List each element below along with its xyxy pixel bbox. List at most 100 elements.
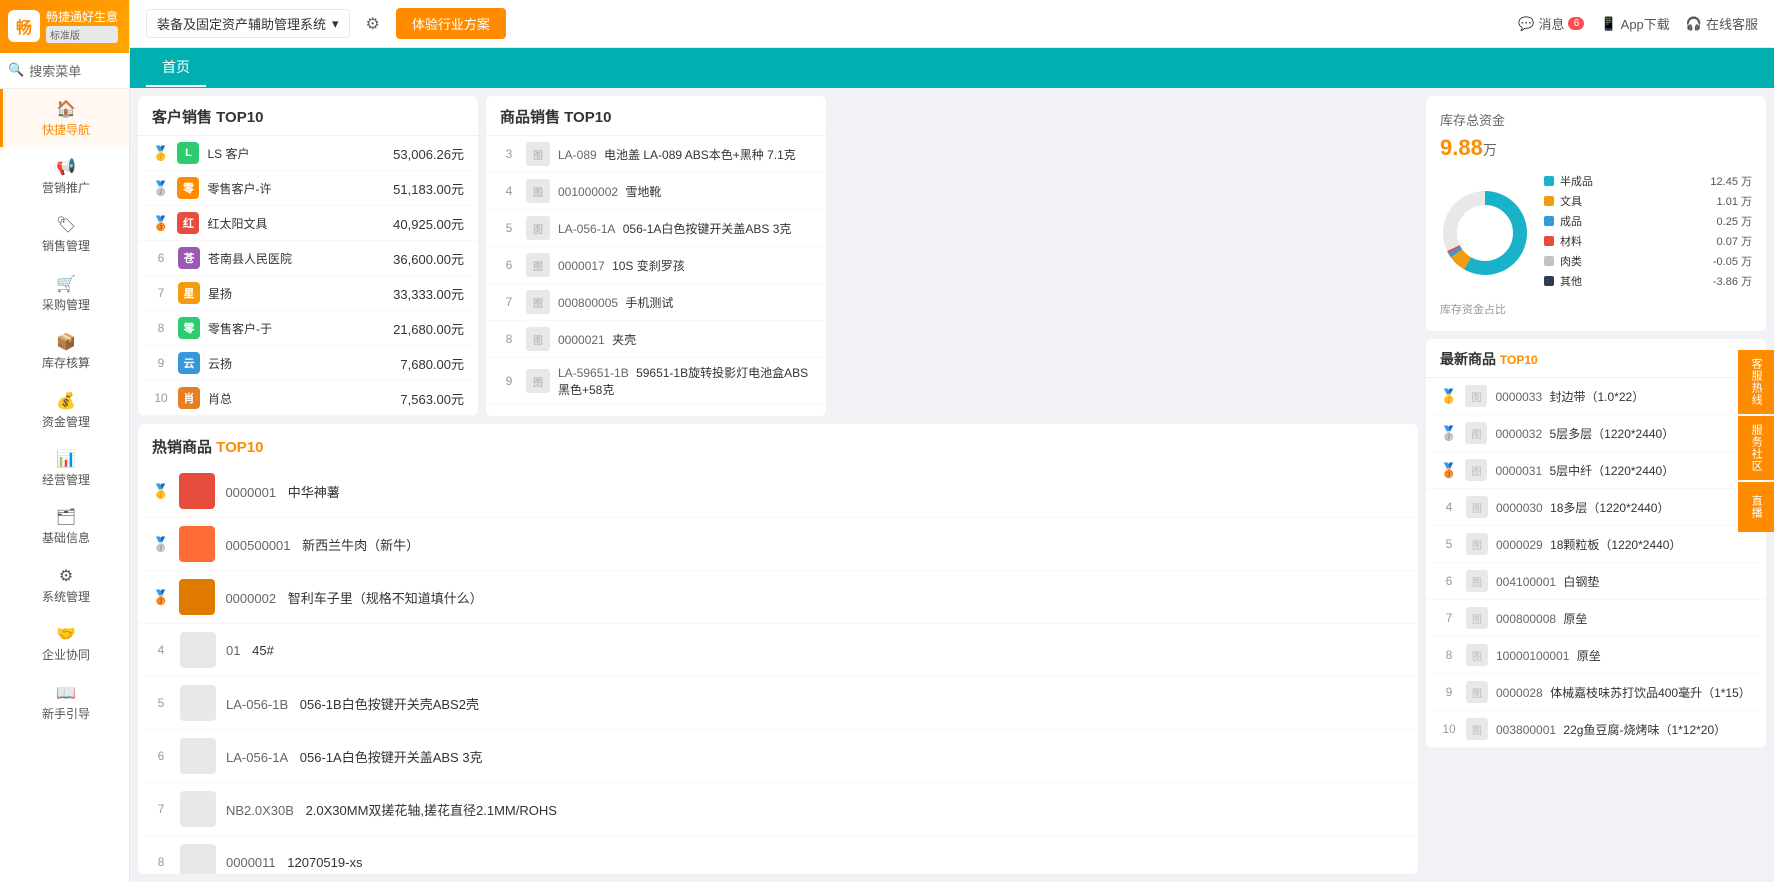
hot-product-name: 12070519-xs [287,855,362,870]
product-row[interactable]: 6 图 0000017 10S 变刹罗孩 [486,247,826,284]
new-product-row[interactable]: 5 图 0000029 18颗粒板（1220*2440） [1426,526,1766,563]
message-item[interactable]: 💬 消息 6 [1518,14,1584,33]
product-row[interactable]: 8 图 0000021 夹壳 [486,321,826,358]
legend-dot [1544,196,1554,206]
hot-product-row[interactable]: 4 01 45# [138,624,1418,677]
sidebar-item-guide[interactable]: 📖 新手引导 [0,673,129,731]
trial-button[interactable]: 体验行业方案 [396,8,506,39]
new-product-info: 004100001 白钢垫 [1496,573,1752,590]
float-btn-2[interactable]: 直播 [1738,482,1774,532]
sidebar-logo[interactable]: 畅 畅捷通好生意 标准版 [0,0,129,53]
product-row[interactable]: 5 图 LA-056-1A 056-1A白色按键开关盖ABS 3克 [486,210,826,247]
sidebar-search[interactable]: 🔍 搜索菜单 [0,53,129,89]
new-product-code: 000800008 [1496,612,1556,626]
nav-label-marketing: 营销推广 [42,181,90,195]
new-product-row[interactable]: 7 图 000800008 原垒 [1426,600,1766,637]
hot-product-info: 01 45# [226,643,1404,658]
new-product-name: 18多层（1220*2440） [1550,501,1669,515]
sidebar-item-marketing[interactable]: 📢 营销推广 [0,147,129,205]
sidebar-item-coop[interactable]: 🤝 企业协同 [0,614,129,672]
hot-product-row[interactable]: 6 LA-056-1A 056-1A白色按键开关盖ABS 3克 [138,730,1418,783]
home-tab[interactable]: 首页 [146,49,206,87]
hot-product-image [179,473,215,509]
sidebar-item-inventory[interactable]: 📦 库存核算 [0,322,129,380]
app-selector[interactable]: 装备及固定资产辅助管理系统 ▾ [146,9,350,38]
customer-amount: 51,183.00元 [393,179,464,198]
product-image: 图 [526,253,550,277]
product-image: 图 [526,179,550,203]
product-row[interactable]: 4 图 001000002 雪地靴 [486,173,826,210]
rank-num: 5 [500,221,518,235]
new-product-name: 原垒 [1577,649,1601,663]
page-header: 首页 [130,48,1774,88]
rank-num: 7 [500,295,518,309]
sidebar-item-home[interactable]: 🏠 快捷导航 [0,89,129,147]
settings-icon[interactable]: ⚙ [360,8,386,40]
hot-product-row[interactable]: 8 0000011 12070519-xs [138,836,1418,874]
new-product-row[interactable]: 4 图 0000030 18多层（1220*2440） [1426,489,1766,526]
new-product-info: 0000033 封边带（1.0*22） [1495,388,1752,405]
hot-product-row[interactable]: 🥇 0000001 中华神薯 [138,465,1418,518]
new-product-info: 0000032 5层多层（1220*2440） [1495,425,1752,442]
app-download-label: App下载 [1621,14,1670,33]
product-row[interactable]: 7 图 000800005 手机测试 [486,284,826,321]
customer-name: 苍南县人民医院 [208,250,385,267]
new-product-row[interactable]: 8 图 10000100001 原垒 [1426,637,1766,674]
new-product-row[interactable]: 6 图 004100001 白钢垫 [1426,563,1766,600]
customer-avatar: 肖 [178,387,200,409]
legend-value: 12.45 万 [1710,173,1752,189]
customer-row[interactable]: 🥇 L LS 客户 53,006.26元 [138,136,478,171]
product-image: 图 [526,142,550,166]
customer-row[interactable]: 7 星 星扬 33,333.00元 [138,276,478,311]
new-product-row[interactable]: 10 图 003800001 22g鱼豆腐-烧烤味（1*12*20） [1426,711,1766,748]
nav-label-operation: 经营管理 [42,473,90,487]
hot-product-name: 056-1B白色按键开关壳ABS2壳 [300,697,479,712]
customer-row[interactable]: 10 肖 肖总 7,563.00元 [138,381,478,416]
legend-item: 文具 1.01 万 [1544,193,1752,209]
medal-icon: 🥇 [152,483,169,500]
legend-item: 半成品 12.45 万 [1544,173,1752,189]
new-product-row[interactable]: 9 图 0000028 体械嘉枝味苏打饮品400毫升（1*15） [1426,674,1766,711]
new-product-row[interactable]: 🥈 图 0000032 5层多层（1220*2440） [1426,415,1766,452]
new-product-row[interactable]: 🥉 图 0000031 5层中纤（1220*2440） [1426,452,1766,489]
customer-row[interactable]: 6 苍 苍南县人民医院 36,600.00元 [138,241,478,276]
float-btn-0[interactable]: 客服热线 [1738,350,1774,414]
sidebar-item-basic[interactable]: 🗂 基础信息 [0,497,129,555]
app-download-item[interactable]: 📱 App下载 [1600,14,1669,33]
float-buttons: 客服热线服务社区直播 [1738,350,1774,532]
customer-panel-header: 客户销售 TOP10 [138,96,478,136]
nav-icon-sales: 🏷 [56,215,76,235]
online-service-item[interactable]: 🎧 在线客服 [1686,14,1758,33]
donut-chart [1440,188,1530,278]
legend-item: 其他 -3.86 万 [1544,273,1752,289]
product-row[interactable]: 3 图 LA-089 电池盖 LA-089 ABS本色+黑种 7.1克 [486,136,826,173]
hot-product-row[interactable]: 5 LA-056-1B 056-1B白色按键开关壳ABS2壳 [138,677,1418,730]
sidebar-item-purchase[interactable]: 🛒 采购管理 [0,264,129,322]
customer-row[interactable]: 9 云 云扬 7,680.00元 [138,346,478,381]
rank-num: 8 [152,321,170,335]
rank-num: 10 [1440,722,1458,736]
medal-icon: 🥇 [152,145,169,162]
sidebar-item-operation[interactable]: 📊 经营管理 [0,439,129,497]
hot-product-row[interactable]: 🥉 0000002 智利车子里（规格不知道填什么） [138,571,1418,624]
new-product-code: 0000030 [1496,501,1543,515]
customer-row[interactable]: 🥉 红 红太阳文具 40,925.00元 [138,206,478,241]
float-btn-1[interactable]: 服务社区 [1738,416,1774,480]
product-row[interactable]: 9 图 LA-59651-1B 59651-1B旋转投影灯电池盒ABS黑色+58… [486,358,826,405]
product-info: 001000002 雪地靴 [558,183,812,200]
new-product-row[interactable]: 🥇 图 0000033 封边带（1.0*22） [1426,378,1766,415]
new-products-panel: 最新商品 TOP10 🥇 图 0000033 封边带（1.0*22） 🥈 图 0… [1426,339,1766,748]
search-icon: 🔍 [8,62,24,78]
hot-product-row[interactable]: 7 NB2.0X30B 2.0X30MM双搓花轴,搓花直径2.1MM/ROHS [138,783,1418,836]
customer-row[interactable]: 8 零 零售客户-于 21,680.00元 [138,311,478,346]
rank-num: 6 [152,251,170,265]
hot-product-row[interactable]: 🥈 000500001 新西兰牛肉（新牛） [138,518,1418,571]
sidebar-item-sales[interactable]: 🏷 销售管理 [0,205,129,263]
new-product-info: 000800008 原垒 [1496,610,1752,627]
hot-product-info: LA-056-1B 056-1B白色按键开关壳ABS2壳 [226,694,1404,713]
customer-row[interactable]: 🥈 零 零售客户-许 51,183.00元 [138,171,478,206]
new-product-name: 18颗粒板（1220*2440） [1550,538,1681,552]
sidebar-item-system[interactable]: ⚙ 系统管理 [0,556,129,614]
sidebar-item-finance[interactable]: 💰 资金管理 [0,381,129,439]
product-code: 0000017 [558,259,605,273]
